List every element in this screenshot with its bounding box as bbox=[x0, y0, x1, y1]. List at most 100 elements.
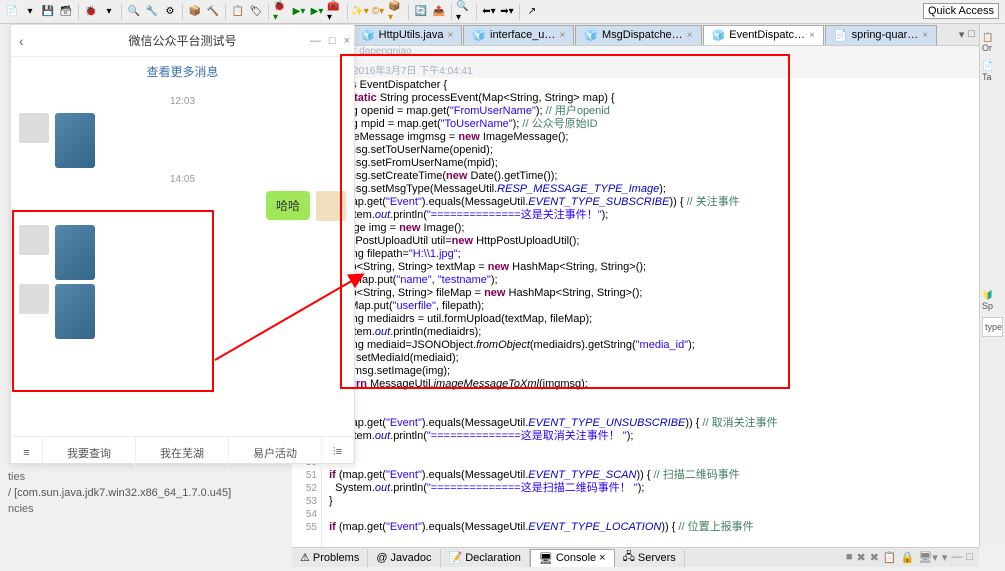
minimize-icon[interactable]: — bbox=[951, 551, 962, 564]
code-editor[interactable]: 49505152535455 class EventDispatcher {bl… bbox=[292, 78, 979, 547]
toolbar-icon[interactable]: ↗ bbox=[524, 4, 540, 20]
keyboard-toggle[interactable]: ≡ bbox=[11, 437, 43, 468]
editor-tab[interactable]: 📄spring-quar…× bbox=[825, 25, 937, 45]
maximize-icon[interactable]: □ bbox=[329, 35, 336, 47]
saveall-icon[interactable]: 🗃 bbox=[58, 4, 74, 20]
menu-tab-query[interactable]: 我要查询 bbox=[43, 437, 136, 468]
close-icon[interactable]: × bbox=[559, 30, 565, 41]
forward-icon[interactable]: ➡▾ bbox=[499, 4, 515, 20]
view-more-messages[interactable]: 查看更多消息 bbox=[11, 57, 354, 86]
toolbar-icon[interactable]: ▾ bbox=[942, 551, 948, 564]
bottom-view-tabs: ⚠ Problems @ Javadoc 📝 Declaration 🖥 Con… bbox=[292, 547, 979, 567]
chat-bubble: 哈哈 bbox=[266, 191, 310, 220]
debug-icon[interactable]: 🐞 bbox=[83, 4, 99, 20]
chat-image-content[interactable] bbox=[55, 284, 95, 339]
chat-message-incoming bbox=[19, 113, 346, 168]
wechat-test-window: ‹ 微信公众平台测试号 — □ × 查看更多消息 12:03 14:05 哈哈 … bbox=[10, 24, 355, 464]
toolbar-icon[interactable]: ■ bbox=[846, 551, 853, 564]
toolbar-icon[interactable]: 📋 bbox=[230, 4, 246, 20]
tree-item-jre[interactable]: / [com.sun.java.jdk7.win32.x86_64_1.7.0.… bbox=[8, 485, 282, 501]
toolbar-icon[interactable]: 📦 bbox=[187, 4, 203, 20]
toolbar-icon[interactable]: ✖ bbox=[870, 551, 879, 564]
chat-footer-menu: ≡ 我要查询 我在芜湖 易户活动 ⫶≡ bbox=[11, 436, 354, 468]
maximize-icon[interactable]: □ bbox=[968, 28, 975, 41]
editor-tab[interactable]: 🧊interface_u…× bbox=[463, 25, 574, 45]
editor-tab-active[interactable]: 🧊EventDispatc…× bbox=[703, 25, 824, 45]
run-last-icon[interactable]: ▶▾ bbox=[309, 4, 325, 20]
chat-message-incoming bbox=[19, 225, 346, 280]
outline-view-button[interactable]: 📋 Or bbox=[980, 28, 1005, 57]
minimize-icon[interactable]: — bbox=[310, 35, 321, 47]
chat-message-outgoing: 哈哈 bbox=[19, 191, 346, 221]
chat-timestamp: 12:03 bbox=[19, 96, 346, 107]
editor-area: 📄pe… 🧊HttpUtils.java× 🧊interface_u…× 🧊Ms… bbox=[292, 24, 979, 547]
close-icon[interactable]: × bbox=[344, 35, 350, 47]
toolbar-icon[interactable]: 🖥▾ bbox=[918, 551, 938, 564]
right-trim-bar: 📋 Or 📄 Ta 🔰 Sp type bbox=[979, 24, 1005, 547]
task-view-button[interactable]: 📄 Ta bbox=[980, 57, 1005, 86]
menu-tab-activity[interactable]: 易户活动 bbox=[229, 437, 322, 468]
tab-controls[interactable]: ▾□ bbox=[959, 28, 979, 41]
console-tab[interactable]: 🖥 Console × bbox=[530, 549, 615, 567]
toolbar-icon[interactable]: ▾ bbox=[101, 4, 117, 20]
main-toolbar: 📄 ▾ 💾 🗃 🐞 ▾ 🔍 🔧 ⚙ 📦 🔨 📋 🏷 🐞▾ ▶▾ ▶▾ 🧰▾ ✨▾… bbox=[0, 0, 1005, 24]
avatar bbox=[19, 113, 49, 143]
chat-body[interactable]: 12:03 14:05 哈哈 bbox=[11, 86, 354, 436]
new-pkg-icon[interactable]: 📦▾ bbox=[388, 4, 404, 20]
javadoc-author-line: hor dapengniao bbox=[292, 46, 979, 62]
quick-access-input[interactable]: Quick Access bbox=[923, 3, 999, 19]
declaration-tab[interactable]: 📝 Declaration bbox=[441, 549, 530, 567]
new-wizard-icon[interactable]: ✨▾ bbox=[352, 4, 368, 20]
toolbar-icon[interactable]: ✖ bbox=[856, 551, 865, 564]
code-content[interactable]: class EventDispatcher {blic static Strin… bbox=[322, 78, 979, 547]
console-toolbar: ■ ✖ ✖ 📋 🔒 🖥▾ ▾ — □ bbox=[846, 551, 979, 564]
toolbar-icon[interactable]: 🏷 bbox=[248, 4, 264, 20]
spring-view-button[interactable]: 🔰 Sp bbox=[980, 286, 1005, 315]
close-icon[interactable]: × bbox=[599, 552, 605, 564]
search-icon[interactable]: 🔍 bbox=[126, 4, 142, 20]
close-icon[interactable]: × bbox=[447, 30, 453, 41]
close-icon[interactable]: × bbox=[809, 30, 815, 41]
back-icon[interactable]: ‹ bbox=[19, 33, 24, 49]
new-icon[interactable]: 📄 bbox=[4, 4, 20, 20]
chat-image-content[interactable] bbox=[55, 225, 95, 280]
save-icon[interactable]: 💾 bbox=[40, 4, 56, 20]
chat-header: ‹ 微信公众平台测试号 — □ × bbox=[11, 25, 354, 57]
avatar bbox=[316, 191, 346, 221]
chat-message-incoming bbox=[19, 284, 346, 339]
toolbar-icon[interactable]: 📋 bbox=[883, 551, 897, 564]
chat-image-content[interactable] bbox=[55, 113, 95, 168]
package-explorer-fragment: ties / [com.sun.java.jdk7.win32.x86_64_1… bbox=[0, 465, 290, 521]
editor-tab[interactable]: 🧊MsgDispatche…× bbox=[575, 25, 701, 45]
run-icon[interactable]: ▶▾ bbox=[291, 4, 307, 20]
close-icon[interactable]: × bbox=[922, 30, 928, 41]
debug-run-icon[interactable]: 🐞▾ bbox=[273, 4, 289, 20]
tree-item[interactable]: ties bbox=[8, 469, 282, 485]
problems-tab[interactable]: ⚠ Problems bbox=[292, 549, 368, 567]
toolbar-icon[interactable]: 🔒 bbox=[901, 551, 915, 564]
javadoc-date-line: te 2016年3月7日 下午4:04:41 bbox=[292, 62, 979, 78]
toolbar-icon[interactable]: 📤 bbox=[431, 4, 447, 20]
tree-item[interactable]: ncies bbox=[8, 501, 282, 517]
dropdown-icon[interactable]: ▾ bbox=[22, 4, 38, 20]
javadoc-tab[interactable]: @ Javadoc bbox=[368, 549, 440, 567]
chat-title: 微信公众平台测试号 bbox=[128, 32, 236, 49]
toolbar-icon[interactable]: 🔧 bbox=[144, 4, 160, 20]
close-icon[interactable]: × bbox=[687, 30, 693, 41]
avatar bbox=[19, 284, 49, 314]
avatar bbox=[19, 225, 49, 255]
back-icon[interactable]: ⬅▾ bbox=[481, 4, 497, 20]
editor-tab-bar: 📄pe… 🧊HttpUtils.java× 🧊interface_u…× 🧊Ms… bbox=[292, 24, 979, 46]
toolbar-icon[interactable]: ⚙ bbox=[162, 4, 178, 20]
new-class-icon[interactable]: ©▾ bbox=[370, 4, 386, 20]
servers-tab[interactable]: 🖧 Servers bbox=[615, 549, 685, 567]
editor-tab[interactable]: 🧊HttpUtils.java× bbox=[352, 25, 462, 45]
toolbar-icon[interactable]: 🔨 bbox=[205, 4, 221, 20]
toolbar-icon[interactable]: 🔄 bbox=[413, 4, 429, 20]
menu-more[interactable]: ⫶≡ bbox=[322, 437, 354, 468]
type-input[interactable]: type bbox=[982, 317, 1003, 337]
ext-tools-icon[interactable]: 🧰▾ bbox=[327, 4, 343, 20]
toolbar-icon[interactable]: 🔍▾ bbox=[456, 4, 472, 20]
menu-tab-wuhu[interactable]: 我在芜湖 bbox=[136, 437, 229, 468]
maximize-icon[interactable]: □ bbox=[966, 551, 973, 564]
